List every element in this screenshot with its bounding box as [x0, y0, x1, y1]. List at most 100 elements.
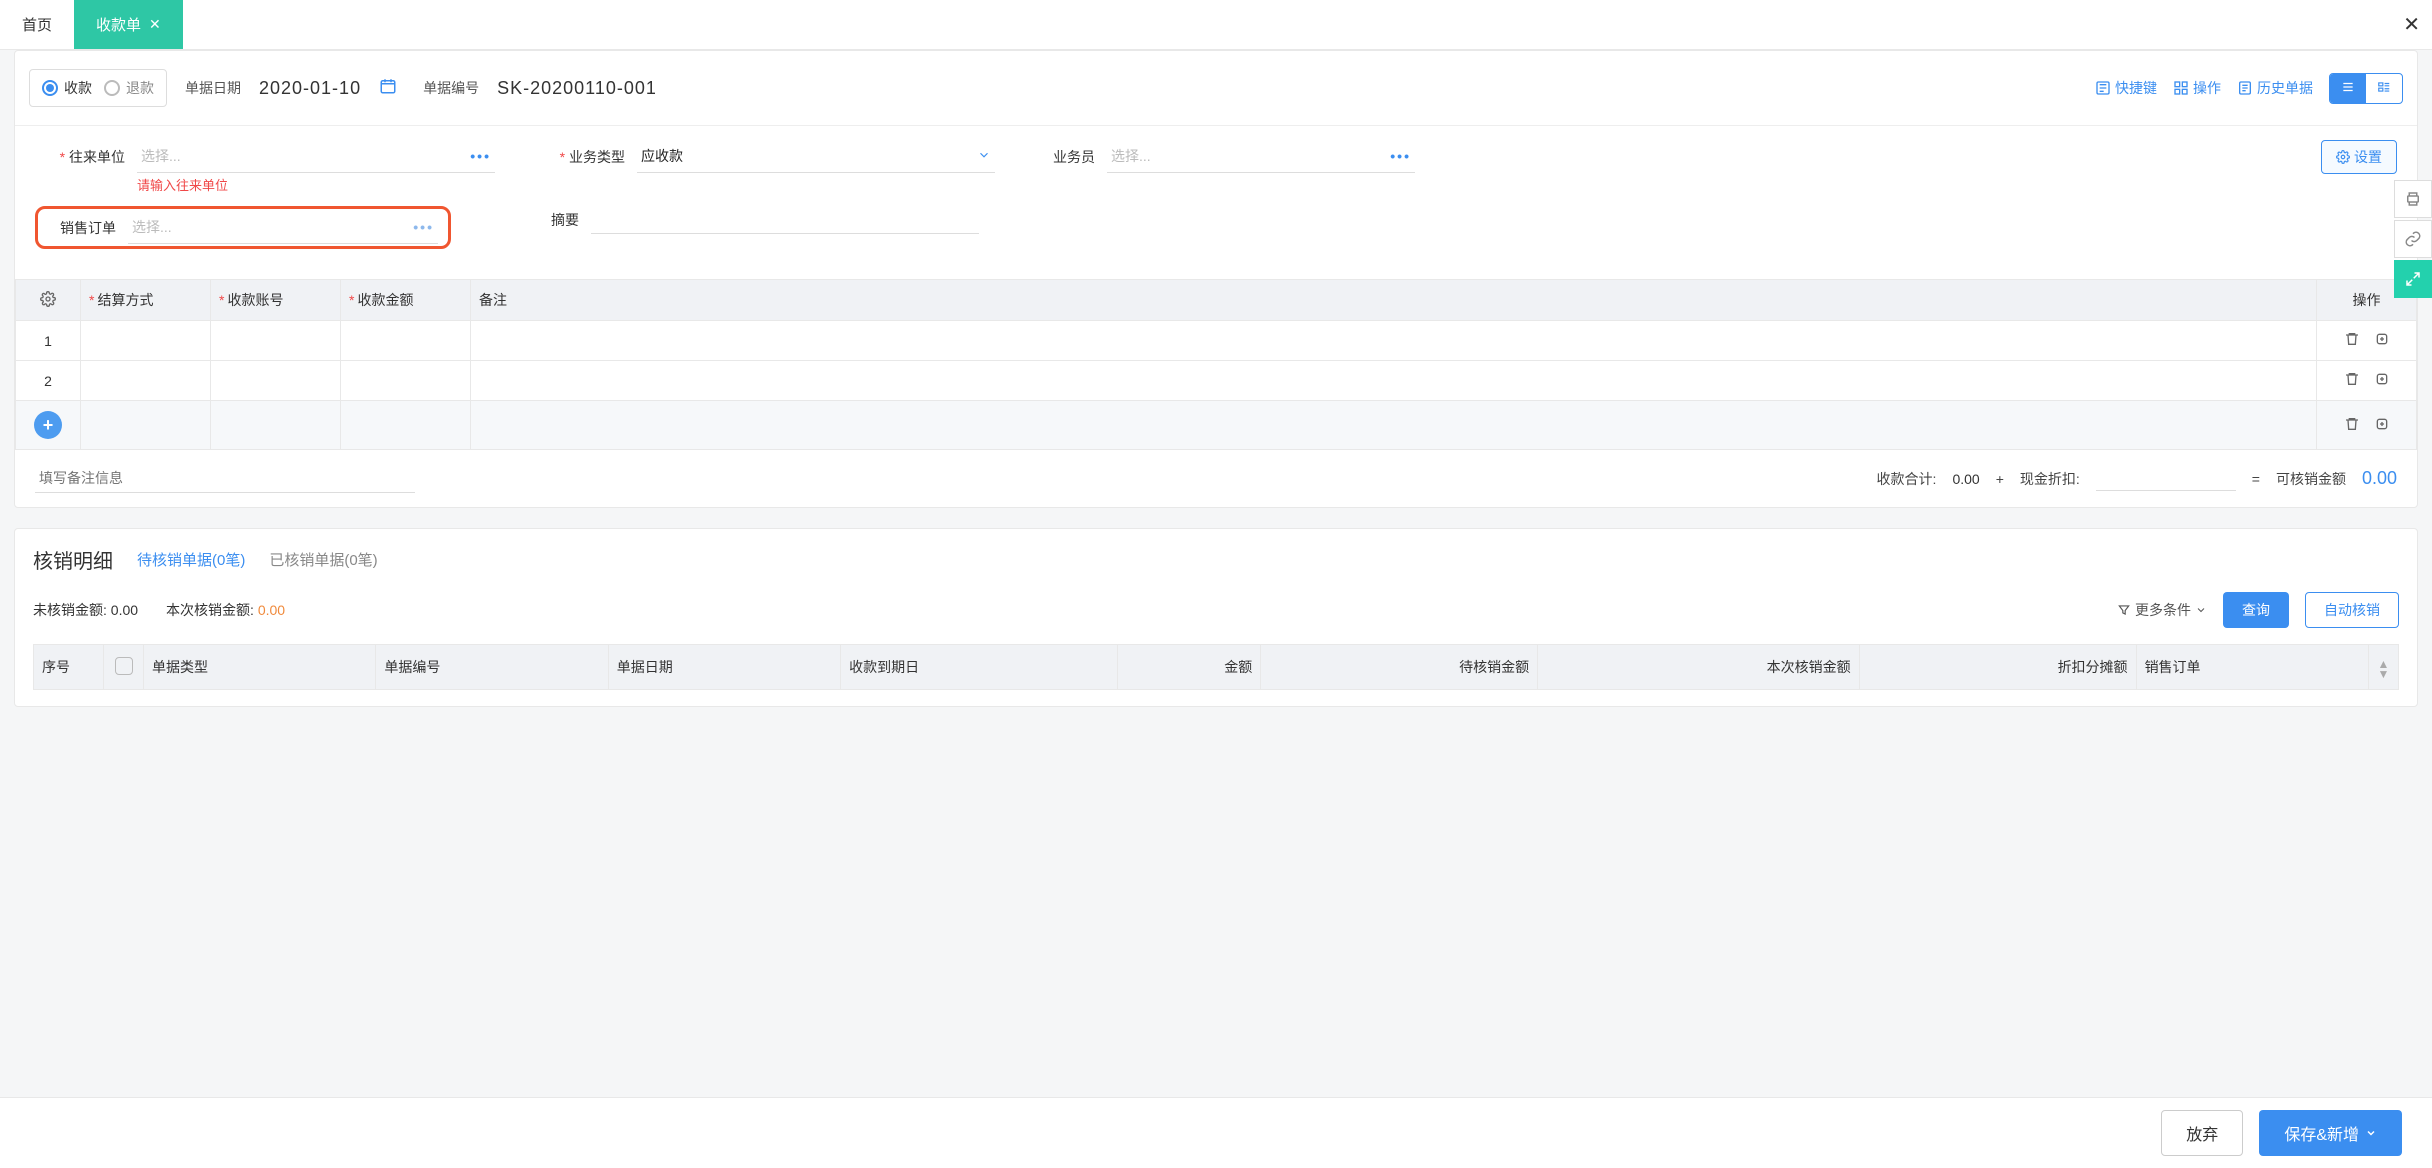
- cell-settlement[interactable]: [81, 321, 211, 361]
- query-button[interactable]: 查询: [2223, 592, 2289, 628]
- cell-settlement[interactable]: [81, 361, 211, 401]
- tab-home[interactable]: 首页: [0, 0, 74, 49]
- radio-refund[interactable]: 退款: [104, 78, 154, 98]
- summary-row: 收款合计: 0.00 + 现金折扣: = 可核销金额 0.00: [15, 450, 2417, 507]
- writable-amount-value: 0.00: [2362, 468, 2397, 489]
- placeholder: 选择...: [132, 217, 172, 237]
- auto-writeoff-button[interactable]: 自动核销: [2305, 592, 2399, 628]
- cell-settlement[interactable]: [81, 401, 211, 450]
- save-new-button[interactable]: 保存&新增: [2259, 1110, 2402, 1156]
- more-conditions[interactable]: 更多条件: [2117, 600, 2207, 620]
- cell-remark[interactable]: [471, 321, 2317, 361]
- delete-icon[interactable]: [2344, 331, 2360, 350]
- cell-amount[interactable]: [341, 321, 471, 361]
- writable-amount-label: 可核销金额: [2276, 469, 2346, 489]
- radio-label: 退款: [126, 78, 154, 98]
- calendar-icon[interactable]: [379, 77, 397, 100]
- view-detail-icon[interactable]: [2366, 74, 2402, 103]
- clerk-select[interactable]: 选择... •••: [1107, 140, 1415, 173]
- cell-remark[interactable]: [471, 361, 2317, 401]
- col-doc-date[interactable]: 单据日期: [608, 645, 840, 690]
- party-select[interactable]: 选择... •••: [137, 140, 495, 173]
- copy-row-icon[interactable]: [2374, 371, 2390, 390]
- chevron-down-icon: [2365, 1127, 2377, 1139]
- form-header: 收款 退款 单据日期 2020-01-10 单据编号 SK-20200110-0…: [15, 51, 2417, 126]
- summary-label: 摘要: [519, 210, 579, 230]
- sales-order-select[interactable]: 选择... •••: [128, 211, 438, 244]
- operate-button[interactable]: 操作: [2173, 78, 2221, 98]
- col-seq: 序号: [34, 645, 104, 690]
- sales-order-highlight: 销售订单 选择... •••: [35, 206, 451, 249]
- radio-unchecked-icon: [104, 80, 120, 96]
- col-amount: 收款金额: [357, 292, 413, 308]
- rail-link-icon[interactable]: [2394, 220, 2432, 258]
- radio-receive[interactable]: 收款: [42, 78, 92, 98]
- radio-checked-icon: [42, 80, 58, 96]
- gear-icon[interactable]: [40, 294, 56, 310]
- sort-icon[interactable]: ▲▼: [2378, 659, 2390, 679]
- pending-amount-value: 0.00: [111, 602, 138, 618]
- number-value: SK-20200110-001: [497, 78, 657, 99]
- tab-pending[interactable]: 待核销单据(0笔): [137, 549, 245, 570]
- close-icon[interactable]: ✕: [149, 16, 161, 33]
- biztype-select[interactable]: 应收款: [637, 140, 995, 173]
- main-card: 收款 退款 单据日期 2020-01-10 单据编号 SK-20200110-0…: [14, 50, 2418, 508]
- tab-bar: 首页 收款单 ✕ ✕: [0, 0, 2432, 50]
- cell-account[interactable]: [211, 361, 341, 401]
- rail-print-icon[interactable]: [2394, 180, 2432, 218]
- more-icon[interactable]: •••: [413, 219, 434, 235]
- col-doc-type[interactable]: 单据类型: [144, 645, 376, 690]
- col-discount-share[interactable]: 折扣分摊额: [1859, 645, 2136, 690]
- rail-expand-icon[interactable]: [2394, 260, 2432, 298]
- col-due-date[interactable]: 收款到期日: [841, 645, 1118, 690]
- radio-label: 收款: [64, 78, 92, 98]
- add-row-button[interactable]: +: [34, 411, 62, 439]
- pending-amount-label: 未核销金额:: [33, 602, 107, 618]
- table-row[interactable]: 1: [16, 321, 2417, 361]
- type-radio-group: 收款 退款: [29, 69, 167, 107]
- cell-remark[interactable]: [471, 401, 2317, 450]
- select-all-checkbox[interactable]: [115, 657, 133, 675]
- more-icon[interactable]: •••: [1390, 148, 1411, 164]
- settings-button[interactable]: 设置: [2321, 140, 2397, 174]
- cell-amount[interactable]: [341, 361, 471, 401]
- remarks-input[interactable]: [35, 464, 415, 493]
- col-action: 操作: [2353, 292, 2381, 308]
- delete-icon[interactable]: [2344, 371, 2360, 390]
- clerk-label: 业务员: [1035, 147, 1095, 167]
- operate-label: 操作: [2193, 78, 2221, 98]
- summary-input[interactable]: [591, 206, 979, 234]
- cash-discount-input[interactable]: [2096, 467, 2236, 491]
- table-row[interactable]: 2: [16, 361, 2417, 401]
- tab-label: 收款单: [96, 14, 141, 35]
- section-title: 核销明细: [33, 545, 113, 574]
- biztype-value: 应收款: [641, 146, 683, 166]
- row-index: 1: [16, 321, 81, 361]
- close-all-icon[interactable]: ✕: [2403, 12, 2420, 37]
- writeoff-grid: 序号 单据类型 单据编号 单据日期 收款到期日 金额 待核销金额 本次核销金额 …: [33, 644, 2399, 690]
- cell-account[interactable]: [211, 401, 341, 450]
- tab-done[interactable]: 已核销单据(0笔): [269, 549, 377, 570]
- col-doc-no[interactable]: 单据编号: [376, 645, 608, 690]
- history-button[interactable]: 历史单据: [2237, 78, 2313, 98]
- col-sales-order[interactable]: 销售订单: [2145, 659, 2201, 675]
- cash-discount-label: 现金折扣:: [2020, 469, 2080, 489]
- col-this-time[interactable]: 本次核销金额: [1538, 645, 1859, 690]
- more-icon[interactable]: •••: [470, 148, 491, 164]
- cell-amount[interactable]: [341, 401, 471, 450]
- copy-row-icon[interactable]: [2374, 331, 2390, 350]
- abandon-button[interactable]: 放弃: [2161, 1110, 2243, 1156]
- save-new-label: 保存&新增: [2284, 1121, 2359, 1145]
- cell-account[interactable]: [211, 321, 341, 361]
- receipt-total-value: 0.00: [1952, 471, 1979, 487]
- col-amount[interactable]: 金额: [1118, 645, 1261, 690]
- number-label: 单据编号: [423, 78, 479, 98]
- col-pending[interactable]: 待核销金额: [1261, 645, 1538, 690]
- copy-row-icon[interactable]: [2374, 416, 2390, 435]
- more-cond-label: 更多条件: [2135, 600, 2191, 620]
- delete-icon[interactable]: [2344, 416, 2360, 435]
- view-list-icon[interactable]: [2330, 74, 2366, 103]
- shortcut-button[interactable]: 快捷键: [2095, 78, 2157, 98]
- date-value[interactable]: 2020-01-10: [259, 78, 361, 99]
- tab-receipt[interactable]: 收款单 ✕: [74, 0, 183, 49]
